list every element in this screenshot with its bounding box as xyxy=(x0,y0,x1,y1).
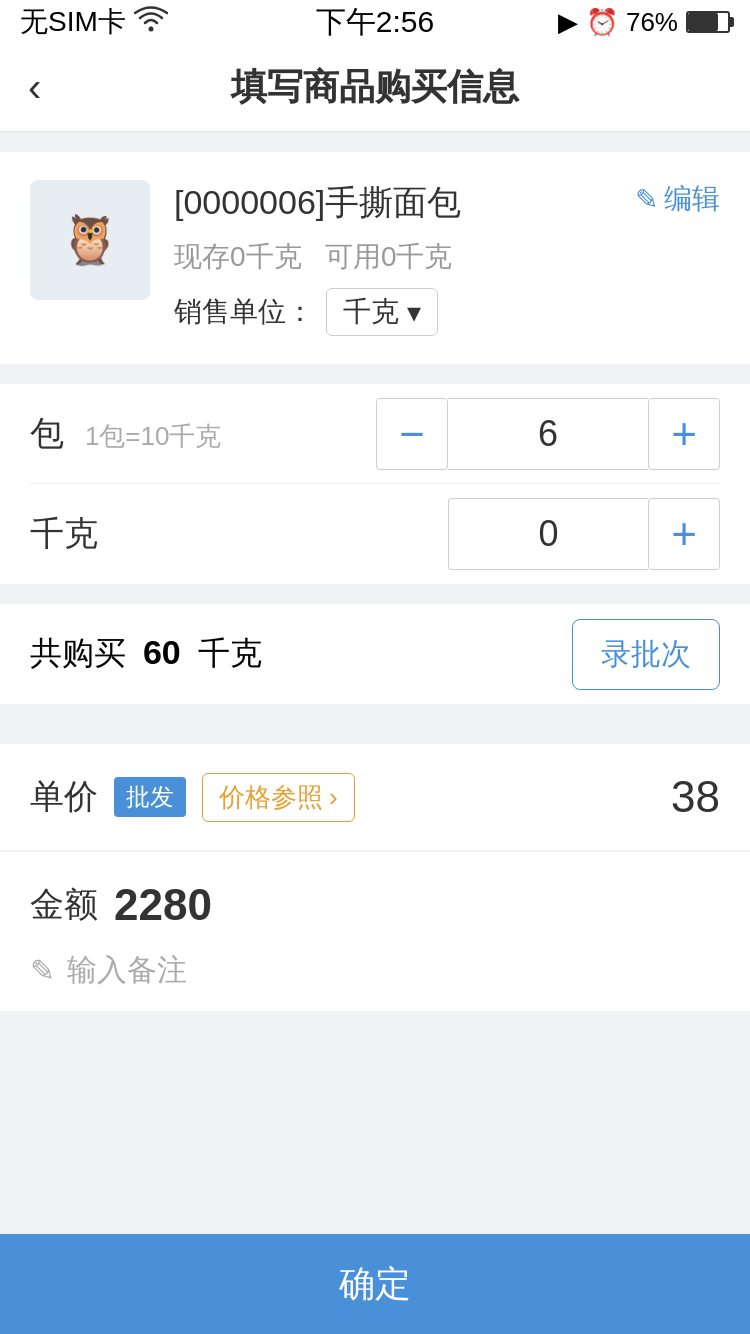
battery-icon xyxy=(686,11,730,33)
increment-kg-button[interactable]: + xyxy=(648,498,720,570)
amount-section: 金额 2280 ✎ 输入备注 xyxy=(0,852,750,1011)
pencil-icon: ✎ xyxy=(30,953,55,988)
unit-label: 销售单位： xyxy=(174,293,314,331)
decrement-bag-button[interactable]: − xyxy=(376,398,448,470)
section-divider-2 xyxy=(0,704,750,724)
price-value: 38 xyxy=(671,772,720,822)
section-divider-1 xyxy=(0,364,750,384)
price-tag: 批发 xyxy=(114,777,186,817)
total-label: 共购买 xyxy=(30,635,126,671)
wifi-icon xyxy=(134,6,168,39)
price-row: 单价 批发 价格参照 › 38 xyxy=(30,772,720,822)
quantity-kg-input[interactable] xyxy=(448,498,648,570)
status-bar: 无SIM卡 下午2:56 ▶ ⏰ 76% xyxy=(0,0,750,44)
quantity-control-bag: − + xyxy=(376,398,720,470)
amount-value: 2280 xyxy=(114,880,212,930)
back-button[interactable]: ‹ xyxy=(28,65,41,110)
nav-bar: ‹ 填写商品购买信息 xyxy=(0,44,750,132)
status-left: 无SIM卡 xyxy=(20,3,168,41)
quantity-bag-input[interactable] xyxy=(448,398,648,470)
total-row: 共购买 60 千克 录批次 xyxy=(0,604,750,704)
total-value: 60 xyxy=(143,633,181,671)
amount-row: 金额 2280 xyxy=(30,880,720,930)
status-time: 下午2:56 xyxy=(316,2,434,43)
status-right: ▶ ⏰ 76% xyxy=(558,7,730,38)
product-card: 🦉 [0000006]手撕面包 现存0千克 可用0千克 销售单位： 千克 ▾ ✎… xyxy=(0,152,750,364)
edit-button[interactable]: ✎ 编辑 xyxy=(635,180,720,218)
quantity-section: 包 1包=10千克 − + 千克 + xyxy=(0,384,750,584)
amount-label: 金额 xyxy=(30,882,98,928)
remark-placeholder: 输入备注 xyxy=(67,950,187,991)
price-section: 单价 批发 价格参照 › 38 xyxy=(0,744,750,850)
quantity-label-bag: 包 1包=10千克 xyxy=(30,411,221,457)
svg-point-0 xyxy=(148,26,153,31)
quantity-row-bag: 包 1包=10千克 − + xyxy=(30,384,720,484)
total-label-area: 共购买 60 千克 xyxy=(30,632,262,676)
quantity-label-kg: 千克 xyxy=(30,511,98,557)
quantity-control-kg: + xyxy=(448,498,720,570)
product-unit-row: 销售单位： 千克 ▾ xyxy=(174,288,720,336)
price-label: 单价 xyxy=(30,774,98,820)
batch-button[interactable]: 录批次 xyxy=(572,619,720,690)
location-icon: ▶ xyxy=(558,7,578,38)
total-unit: 千克 xyxy=(198,635,262,671)
product-stock: 现存0千克 可用0千克 xyxy=(174,238,720,276)
price-ref-button[interactable]: 价格参照 › xyxy=(202,773,355,822)
product-image: 🦉 xyxy=(30,180,150,300)
quantity-row-kg: 千克 + xyxy=(30,484,720,584)
chevron-right-icon: › xyxy=(329,782,338,813)
alarm-icon: ⏰ xyxy=(586,7,618,38)
increment-bag-button[interactable]: + xyxy=(648,398,720,470)
carrier-label: 无SIM卡 xyxy=(20,3,126,41)
chevron-down-icon: ▾ xyxy=(407,296,421,329)
unit-select[interactable]: 千克 ▾ xyxy=(326,288,438,336)
confirm-button[interactable]: 确定 xyxy=(0,1234,750,1334)
page-title: 填写商品购买信息 xyxy=(231,63,519,112)
product-logo: 🦉 xyxy=(60,212,120,268)
battery-label: 76% xyxy=(626,7,678,38)
edit-icon: ✎ xyxy=(635,183,658,216)
remark-row[interactable]: ✎ 输入备注 xyxy=(30,950,720,991)
